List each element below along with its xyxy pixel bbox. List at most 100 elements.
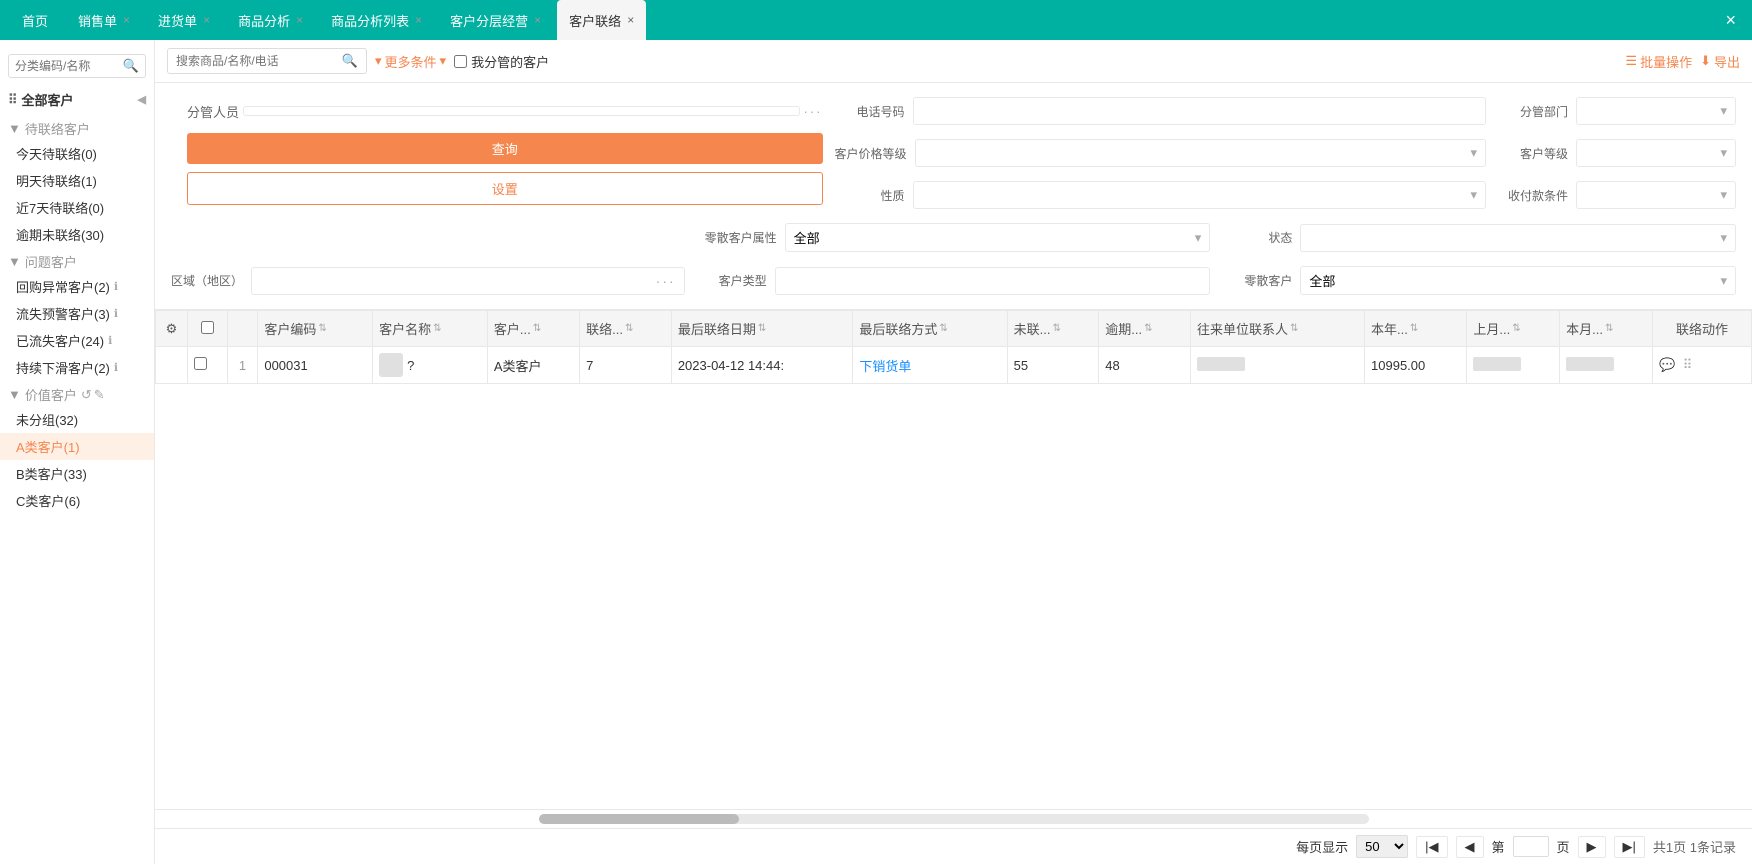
filter-nature-input[interactable]: ▾ xyxy=(913,181,1487,209)
filter-retail-customer-input[interactable]: 全部▾ xyxy=(1300,266,1736,295)
filter-customer-type-input[interactable] xyxy=(775,267,1211,295)
th-last-contact-date[interactable]: 最后联络日期 ⇅ xyxy=(671,311,852,347)
th-last-contact-method[interactable]: 最后联络方式 ⇅ xyxy=(853,311,1007,347)
filter-retail-attr-input[interactable]: 全部▾ xyxy=(785,223,1211,252)
next-page-button[interactable]: ▶ xyxy=(1578,836,1606,858)
td-checkbox[interactable] xyxy=(188,347,228,384)
sidebar-item-abnormal-repurchase[interactable]: 回购异常客户(2) ℹ xyxy=(0,273,154,300)
th-name[interactable]: 客户名称 ⇅ xyxy=(373,311,488,347)
td-action[interactable]: 💬 ⠿ xyxy=(1652,347,1751,384)
search-icon[interactable]: 🔍 xyxy=(342,53,358,69)
filter-pay-condition-input[interactable]: ▾ xyxy=(1576,181,1736,209)
sidebar-item-c-class[interactable]: C类客户(6) xyxy=(0,487,154,514)
export-button[interactable]: ⬇ 导出 xyxy=(1700,52,1740,71)
group-problem-customers[interactable]: ▼ 问题客户 xyxy=(0,248,154,273)
first-page-button[interactable]: |◀ xyxy=(1416,836,1447,858)
batch-ops-button[interactable]: ☰ 批量操作 xyxy=(1625,52,1692,71)
filter-status-input[interactable]: ▾ xyxy=(1300,224,1736,252)
close-icon[interactable]: × xyxy=(534,13,541,27)
th-contact-count[interactable]: 联络... ⇅ xyxy=(580,311,672,347)
sidebar-item-b-class[interactable]: B类客户(33) xyxy=(0,460,154,487)
filter-phone-input[interactable] xyxy=(913,97,1487,125)
sidebar-search-icon[interactable]: 🔍 xyxy=(123,58,139,74)
nav-tab-analysis[interactable]: 商品分析 × xyxy=(226,0,315,40)
top-nav: 首页 销售单 × 进货单 × 商品分析 × 商品分析列表 × 客户分层经营 × … xyxy=(0,0,1752,40)
contact-method-link[interactable]: 下销货单 xyxy=(859,359,911,374)
close-icon[interactable]: × xyxy=(296,13,303,27)
select-all-checkbox[interactable] xyxy=(201,321,214,334)
nav-tab-customer-layer[interactable]: 客户分层经营 × xyxy=(438,0,553,40)
filter-price-level-input[interactable]: ▾ xyxy=(915,139,1486,167)
nav-home[interactable]: 首页 xyxy=(8,0,62,40)
th-overdue[interactable]: 逾期... ⇅ xyxy=(1099,311,1191,347)
query-button[interactable]: 查询 xyxy=(187,133,823,164)
filter-retail-attr-row xyxy=(171,219,685,256)
th-code[interactable]: 客户编码 ⇅ xyxy=(258,311,373,347)
scrollbar-track[interactable] xyxy=(539,814,1369,824)
gear-icon[interactable]: ⚙ xyxy=(166,321,178,336)
content-area: 🔍 ▾ 更多条件 ▾ 我分管的客户 ☰ 批量操作 ⬇ 导出 xyxy=(155,40,1752,864)
sort-icon: ⇅ xyxy=(625,323,633,334)
sidebar-item-overdue-contact[interactable]: 逾期未联络(30) xyxy=(0,221,154,248)
action-more-icon[interactable]: ⠿ xyxy=(1683,357,1693,372)
my-customers-checkbox[interactable] xyxy=(454,55,467,68)
sidebar-item-today-contact[interactable]: 今天待联络(0) xyxy=(0,140,154,167)
search-input-wrap[interactable]: 🔍 xyxy=(167,48,367,74)
th-this-month[interactable]: 本月... ⇅ xyxy=(1560,311,1653,347)
scrollbar-thumb[interactable] xyxy=(539,814,739,824)
sidebar-item-tomorrow-contact[interactable]: 明天待联络(1) xyxy=(0,167,154,194)
page-size-select[interactable]: 50 100 200 xyxy=(1356,835,1408,858)
group-value-customers[interactable]: ▼ 价值客户 ↺ ✎ xyxy=(0,381,154,406)
prev-page-button[interactable]: ◀ xyxy=(1456,836,1484,858)
sort-icon: ⇅ xyxy=(1605,323,1613,334)
table-settings-col[interactable]: ⚙ xyxy=(156,311,188,347)
last-page-button[interactable]: ▶| xyxy=(1614,836,1645,858)
filter-dept-input[interactable]: ▾ xyxy=(1576,97,1736,125)
td-overdue: 48 xyxy=(1099,347,1191,384)
nav-tab-analysis-list[interactable]: 商品分析列表 × xyxy=(319,0,434,40)
row-checkbox[interactable] xyxy=(194,357,207,370)
td-last-contact-method[interactable]: 下销货单 xyxy=(853,347,1007,384)
sidebar-item-churn-warning[interactable]: 流失预警客户(3) ℹ xyxy=(0,300,154,327)
sort-icon: ⇅ xyxy=(1290,323,1298,334)
table-row: 1 000031 ? A类客户 7 2023-04-12 14:44: xyxy=(156,347,1752,384)
nav-tab-customer-contact[interactable]: 客户联络 × xyxy=(557,0,646,40)
name-avatar xyxy=(379,353,403,377)
all-customers-header[interactable]: ⠿ 全部客户 ◀ xyxy=(0,84,154,115)
th-company-contact[interactable]: 往来单位联系人 ⇅ xyxy=(1190,311,1364,347)
sidebar-search-wrap[interactable]: 🔍 xyxy=(8,54,146,78)
group-pending-contact[interactable]: ▼ 待联络客户 xyxy=(0,115,154,140)
close-icon[interactable]: × xyxy=(415,13,422,27)
close-icon[interactable]: × xyxy=(203,13,210,27)
sidebar-item-7day-contact[interactable]: 近7天待联络(0) xyxy=(0,194,154,221)
sidebar-item-churned[interactable]: 已流失客户(24) ℹ xyxy=(0,327,154,354)
arrow-icon: ▼ xyxy=(8,121,21,136)
nav-tab-sales[interactable]: 销售单 × xyxy=(66,0,142,40)
sidebar-item-a-class[interactable]: A类客户(1) xyxy=(0,433,154,460)
window-close-button[interactable]: × xyxy=(1717,10,1744,31)
search-input[interactable] xyxy=(176,54,338,68)
edit-icon[interactable]: ✎ xyxy=(94,387,105,403)
my-customers-checkbox-wrap[interactable]: 我分管的客户 xyxy=(454,52,549,71)
th-level[interactable]: 客户... ⇅ xyxy=(487,311,579,347)
page-input[interactable]: 1 xyxy=(1513,836,1549,857)
settings-button[interactable]: 设置 xyxy=(187,172,823,205)
sidebar-item-declining[interactable]: 持续下滑客户(2) ℹ xyxy=(0,354,154,381)
th-this-year[interactable]: 本年... ⇅ xyxy=(1365,311,1467,347)
sidebar-item-unclassified[interactable]: 未分组(32) xyxy=(0,406,154,433)
filter-area: 电话号码 分管部门 ▾ 分管人员 ··· xyxy=(155,83,1752,310)
sidebar-search-input[interactable] xyxy=(15,59,123,73)
th-no-contact[interactable]: 未联... ⇅ xyxy=(1007,311,1099,347)
filter-person-input[interactable] xyxy=(243,106,799,116)
action-comment-icon[interactable]: 💬 xyxy=(1659,357,1675,372)
refresh-icon[interactable]: ↺ xyxy=(81,387,92,403)
more-conditions-button[interactable]: ▾ 更多条件 ▾ xyxy=(375,52,446,71)
close-icon[interactable]: × xyxy=(627,13,634,27)
th-checkbox[interactable] xyxy=(188,311,228,347)
filter-region-input[interactable]: ··· xyxy=(251,267,685,295)
th-last-month[interactable]: 上月... ⇅ xyxy=(1467,311,1560,347)
close-icon[interactable]: × xyxy=(123,13,130,27)
nav-tab-purchase[interactable]: 进货单 × xyxy=(146,0,222,40)
filter-customer-level-input[interactable]: ▾ xyxy=(1576,139,1736,167)
total-text: 共1页 1条记录 xyxy=(1653,837,1736,856)
